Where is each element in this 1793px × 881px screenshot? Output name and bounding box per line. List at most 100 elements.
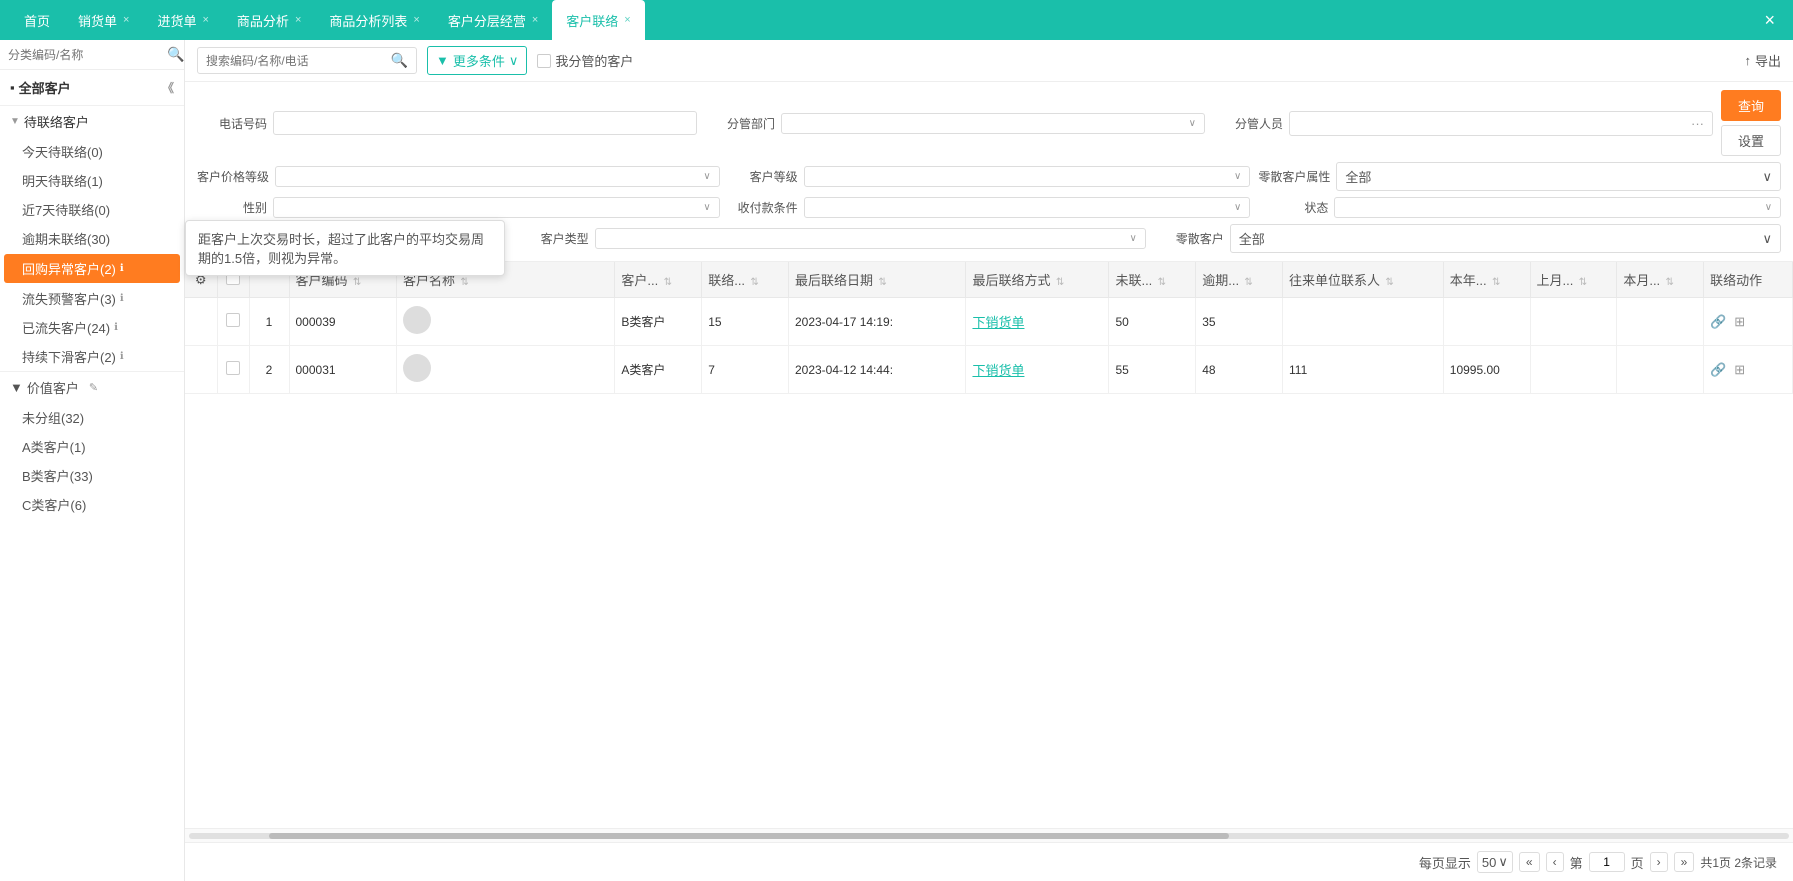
payment-select[interactable]: ∨ (804, 197, 1251, 218)
nav-home[interactable]: 首页 (10, 0, 64, 40)
close-icon[interactable]: × (532, 14, 538, 26)
value-customers-group[interactable]: ▼ 价值客户 ✎ (0, 371, 184, 403)
sidebar-item-ungrouped[interactable]: 未分组(32) (0, 403, 184, 432)
window-close-button[interactable]: × (1756, 10, 1783, 31)
filter-row-2: 客户价格等级 ∨ 客户等级 ∨ 零散客户属性 全部 (197, 162, 1781, 191)
customer-level-select[interactable]: ∨ (804, 166, 1251, 187)
row-checkbox[interactable] (226, 313, 240, 327)
close-icon[interactable]: × (413, 14, 419, 26)
contact-method-link[interactable]: 下销货单 (972, 315, 1024, 330)
query-button[interactable]: 查询 (1721, 90, 1781, 121)
pending-contact-group[interactable]: ▼ 待联络客户 (0, 106, 184, 137)
sidebar-item-lost-customers[interactable]: 已流失客户(24) ℹ (0, 313, 184, 342)
sidebar-item-tomorrow-contact[interactable]: 明天待联络(1) (0, 166, 184, 195)
scroll-track[interactable] (189, 833, 1789, 839)
row-this-month (1617, 298, 1704, 346)
more-icon[interactable]: ··· (1691, 116, 1704, 131)
main-search-input[interactable] (206, 54, 387, 68)
row-checkbox-cell[interactable] (217, 298, 249, 346)
row-name (397, 346, 615, 394)
sidebar-item-class-c[interactable]: C类客户(6) (0, 490, 184, 519)
close-icon[interactable]: × (123, 14, 129, 26)
sidebar-item-today-contact[interactable]: 今天待联络(0) (0, 137, 184, 166)
sidebar-search-input[interactable] (8, 48, 163, 62)
col-last-contact-method[interactable]: 最后联络方式 ⇅ (966, 262, 1109, 298)
collapse-icon[interactable]: 《 (162, 79, 174, 96)
col-customer-type[interactable]: 客户... ⇅ (615, 262, 702, 298)
nav-purchase-order[interactable]: 进货单 × (143, 0, 222, 40)
col-contact-count[interactable]: 联络... ⇅ (702, 262, 789, 298)
horizontal-scrollbar[interactable] (185, 828, 1793, 842)
col-not-contact[interactable]: 未联... ⇅ (1109, 262, 1196, 298)
nav-sales-order[interactable]: 销货单 × (64, 0, 143, 40)
next-page-button[interactable]: › (1650, 852, 1668, 872)
person-select[interactable]: ··· (1289, 111, 1713, 136)
link-icon[interactable]: 🔗 (1710, 314, 1726, 330)
col-this-month[interactable]: 本月... ⇅ (1617, 262, 1704, 298)
sidebar-search-icon[interactable]: 🔍 (167, 46, 184, 63)
contact-method-link[interactable]: 下销货单 (972, 363, 1024, 378)
row-index: 2 (249, 346, 289, 394)
col-unit-contact[interactable]: 往来单位联系人 ⇅ (1283, 262, 1444, 298)
export-button[interactable]: ↑ 导出 (1744, 51, 1781, 70)
row-checkbox-cell[interactable] (217, 346, 249, 394)
filter-customer-level: 客户等级 ∨ (728, 166, 1251, 187)
col-last-contact-date[interactable]: 最后联络日期 ⇅ (788, 262, 965, 298)
col-this-year[interactable]: 本年... ⇅ (1443, 262, 1530, 298)
close-icon[interactable]: × (202, 14, 208, 26)
sidebar-item-declining-customers[interactable]: 持续下滑客户(2) ℹ (0, 342, 184, 371)
gender-select[interactable]: ∨ (273, 197, 720, 218)
filter-person: 分管人员 ··· (1213, 111, 1713, 136)
scroll-thumb[interactable] (269, 833, 1229, 839)
dept-select[interactable]: ∨ (781, 113, 1205, 134)
search-icon[interactable]: 🔍 (391, 52, 408, 69)
my-customers-checkbox-wrap[interactable]: 我分管的客户 (537, 51, 633, 70)
page-size-select[interactable]: 50 ∨ (1477, 851, 1513, 873)
row-contact-count: 15 (702, 298, 789, 346)
col-overdue[interactable]: 逾期... ⇅ (1196, 262, 1283, 298)
link-icon[interactable]: 🔗 (1710, 362, 1726, 378)
prev-page-button[interactable]: ‹ (1546, 852, 1564, 872)
content-area: 🔍 ▼ 更多条件 ∨ 我分管的客户 ↑ 导出 电话号码 (185, 40, 1793, 881)
grid-icon[interactable]: ⊞ (1734, 314, 1745, 330)
nav-customer-contact[interactable]: 客户联络 × (552, 0, 644, 40)
sidebar-item-class-a[interactable]: A类客户(1) (0, 432, 184, 461)
first-page-button[interactable]: « (1519, 852, 1540, 872)
scatter-attr-select[interactable]: 全部 ∨ (1336, 162, 1781, 191)
phone-input[interactable] (273, 111, 697, 135)
row-last-contact-method[interactable]: 下销货单 (966, 346, 1109, 394)
sidebar-item-loss-warning[interactable]: 流失预警客户(3) ℹ (0, 284, 184, 313)
chevron-down-icon: ∨ (703, 171, 710, 182)
page-info: 每页显示 50 ∨ « ‹ 第 页 › » 共1页 2条记录 (1419, 851, 1777, 873)
customer-type-select[interactable]: ∨ (595, 228, 1146, 249)
nav-product-analysis-list[interactable]: 商品分析列表 × (315, 0, 433, 40)
more-filter-button[interactable]: ▼ 更多条件 ∨ (427, 46, 527, 75)
set-button[interactable]: 设置 (1721, 125, 1781, 156)
status-select[interactable]: ∨ (1334, 197, 1781, 218)
sidebar-item-7days-contact[interactable]: 近7天待联络(0) (0, 195, 184, 224)
last-page-button[interactable]: » (1674, 852, 1695, 872)
all-customers-header[interactable]: ▪ 全部客户 《 (0, 70, 184, 106)
my-customers-checkbox[interactable] (537, 54, 551, 68)
sidebar-item-class-b[interactable]: B类客户(33) (0, 461, 184, 490)
row-unit-contact: 111 (1283, 346, 1444, 394)
nav-product-analysis[interactable]: 商品分析 × (223, 0, 315, 40)
edit-icon[interactable]: ✎ (89, 381, 98, 394)
data-table: ⚙ 客户编码 ⇅ 客户名称 ⇅ (185, 262, 1793, 394)
filter-gender: 性别 ∨ (197, 197, 720, 218)
page-number-input[interactable] (1589, 852, 1625, 872)
grid-icon[interactable]: ⊞ (1734, 362, 1745, 378)
col-last-month[interactable]: 上月... ⇅ (1530, 262, 1617, 298)
close-icon[interactable]: × (624, 14, 630, 26)
nav-customer-tier[interactable]: 客户分层经营 × (434, 0, 552, 40)
sidebar-item-repurchase-abnormal[interactable]: 回购异常客户(2) ℹ (4, 254, 180, 283)
price-level-select[interactable]: ∨ (275, 166, 720, 187)
filter-status: 状态 ∨ (1258, 197, 1781, 218)
close-icon[interactable]: × (295, 14, 301, 26)
row-checkbox[interactable] (226, 361, 240, 375)
row-not-contact: 50 (1109, 298, 1196, 346)
row-last-contact-method[interactable]: 下销货单 (966, 298, 1109, 346)
row-this-year (1443, 298, 1530, 346)
scatter2-select[interactable]: 全部 ∨ (1230, 224, 1781, 253)
sidebar-item-overdue-contact[interactable]: 逾期未联络(30) (0, 224, 184, 253)
